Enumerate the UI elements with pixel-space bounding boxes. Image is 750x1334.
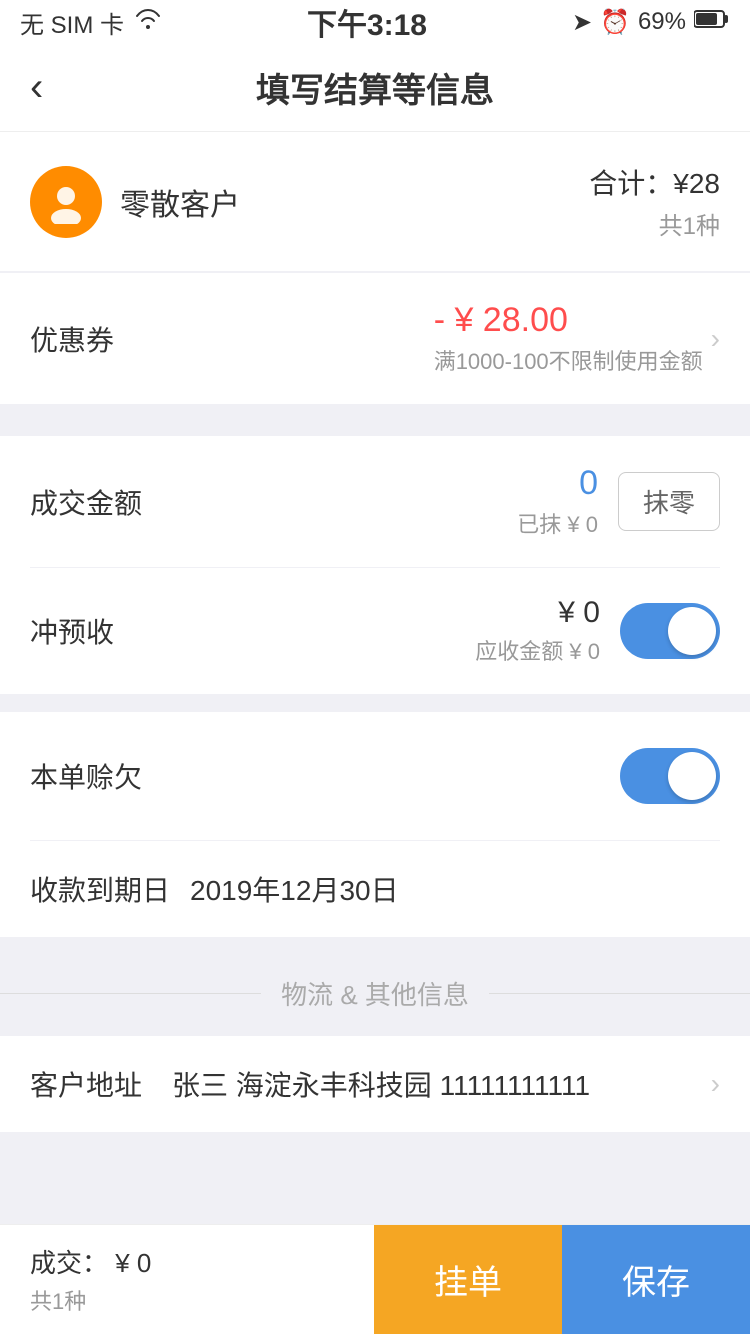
status-right: ➤ ⏰ 69% <box>572 8 730 37</box>
save-button[interactable]: 保存 <box>562 1225 750 1334</box>
transaction-sub: 已抹 ¥ 0 <box>517 507 598 539</box>
battery-percent: 69% <box>638 8 686 36</box>
address-chevron-icon: › <box>711 1068 720 1100</box>
coupon-label: 优惠券 <box>30 319 114 359</box>
debt-label: 本单赊欠 <box>30 756 142 796</box>
logistics-label: 物流 & 其他信息 <box>261 975 489 1012</box>
debt-row: 本单赊欠 <box>30 712 720 841</box>
round-button[interactable]: 抹零 <box>618 472 720 531</box>
status-left: 无 SIM 卡 <box>20 5 162 40</box>
page-title: 填写结算等信息 <box>256 63 494 112</box>
hold-button[interactable]: 挂单 <box>374 1225 562 1334</box>
deal-value: ¥ 0 <box>115 1248 151 1278</box>
prepay-right: ¥ 0 应收金额 ¥ 0 <box>475 596 720 666</box>
transaction-amount-row: 成交金额 0 已抹 ¥ 0 抹零 <box>30 436 720 568</box>
deal-label: 成交： <box>30 1248 108 1278</box>
address-section[interactable]: 客户地址 张三 海淀永丰科技园 11111111111 › <box>0 1036 750 1132</box>
prepay-label: 冲预收 <box>30 611 114 651</box>
battery-icon <box>694 8 730 36</box>
no-sim-text: 无 SIM 卡 <box>20 5 124 40</box>
logistics-divider: 物流 & 其他信息 <box>0 955 750 1032</box>
status-time: 下午3:18 <box>307 0 427 44</box>
content-area: 零散客户 合计：¥28 共1种 优惠券 - ¥ 28.00 满1000-100不… <box>0 132 750 1252</box>
wifi-icon <box>134 8 162 36</box>
coupon-info: - ¥ 28.00 满1000-100不限制使用金额 <box>434 301 703 376</box>
back-button[interactable]: ‹ <box>30 65 43 110</box>
due-date-label: 收款到期日 <box>30 869 170 909</box>
transaction-label: 成交金额 <box>30 482 142 522</box>
coupon-desc: 满1000-100不限制使用金额 <box>434 344 703 376</box>
address-label: 客户地址 <box>30 1064 142 1104</box>
coupon-amount: - ¥ 28.00 <box>434 301 703 340</box>
bottom-deal: 成交： ¥ 0 <box>30 1243 344 1280</box>
transaction-right: 0 已抹 ¥ 0 抹零 <box>517 464 720 539</box>
separator-3 <box>0 939 750 955</box>
due-date-row: 收款到期日 2019年12月30日 <box>30 841 720 937</box>
separator-2 <box>0 696 750 712</box>
customer-summary: 合计：¥28 共1种 <box>589 162 720 241</box>
location-icon: ➤ <box>572 8 592 37</box>
logistics-line-left <box>0 993 261 994</box>
customer-avatar <box>30 166 102 238</box>
transaction-section: 成交金额 0 已抹 ¥ 0 抹零 冲预收 ¥ 0 应收金额 ¥ 0 <box>0 436 750 694</box>
customer-section: 零散客户 合计：¥28 共1种 <box>0 132 750 271</box>
toggle-knob <box>668 607 716 655</box>
coupon-chevron-icon: › <box>711 323 720 355</box>
transaction-value-group: 0 已抹 ¥ 0 <box>517 464 598 539</box>
debt-toggle[interactable] <box>620 748 720 804</box>
prepay-toggle[interactable] <box>620 603 720 659</box>
customer-left: 零散客户 <box>30 166 240 238</box>
customer-name: 零散客户 <box>120 180 240 224</box>
transaction-value: 0 <box>517 464 598 503</box>
address-value: 张三 海淀永丰科技园 11111111111 <box>172 1064 701 1104</box>
bottom-info: 成交： ¥ 0 共1种 <box>0 1225 374 1334</box>
debt-section: 本单赊欠 收款到期日 2019年12月30日 <box>0 712 750 937</box>
coupon-section[interactable]: 优惠券 - ¥ 28.00 满1000-100不限制使用金额 › <box>0 273 750 404</box>
total-count: 共1种 <box>589 206 720 241</box>
prepay-sub: 应收金额 ¥ 0 <box>475 634 600 666</box>
status-bar: 无 SIM 卡 下午3:18 ➤ ⏰ 69% <box>0 0 750 44</box>
prepay-value: ¥ 0 <box>475 596 600 630</box>
nav-bar: ‹ 填写结算等信息 <box>0 44 750 132</box>
bottom-count: 共1种 <box>30 1284 344 1316</box>
separator-1 <box>0 420 750 436</box>
debt-toggle-knob <box>668 752 716 800</box>
prepay-amounts: ¥ 0 应收金额 ¥ 0 <box>475 596 600 666</box>
total-amount: 合计：¥28 <box>589 162 720 202</box>
bottom-bar: 成交： ¥ 0 共1种 挂单 保存 <box>0 1224 750 1334</box>
due-date-value: 2019年12月30日 <box>190 869 399 909</box>
logistics-line-right <box>489 993 750 994</box>
prepay-row: 冲预收 ¥ 0 应收金额 ¥ 0 <box>30 568 720 694</box>
alarm-icon: ⏰ <box>600 8 630 37</box>
